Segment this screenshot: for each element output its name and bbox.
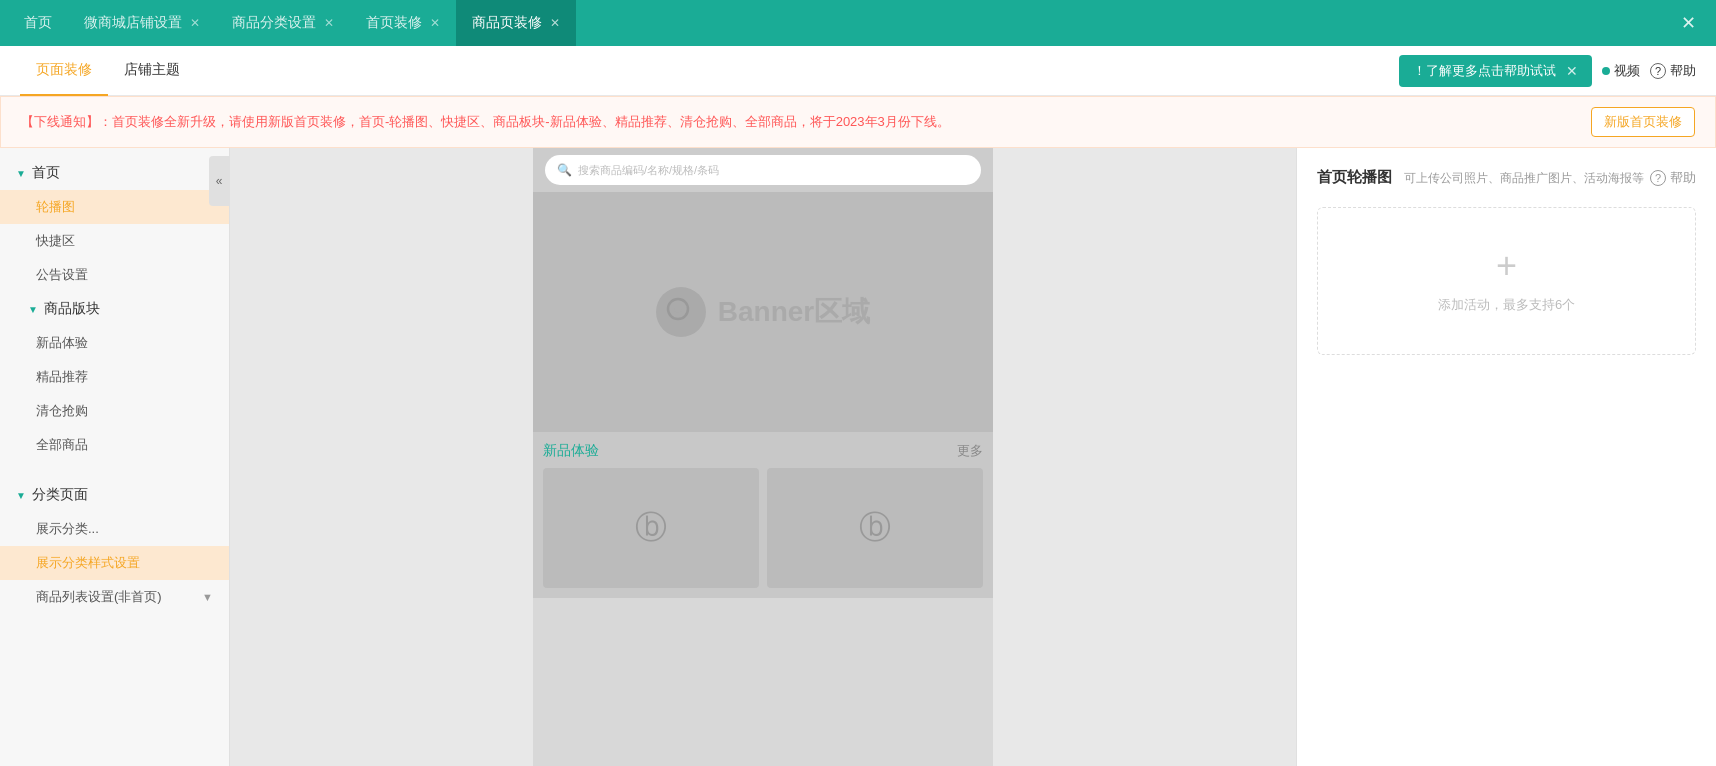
- sidebar: « ▼ 首页 轮播图 快捷区 公告设置 ▼ 商品版块 新品体验: [0, 148, 230, 766]
- store-theme-label: 店铺主题: [124, 61, 180, 79]
- tab-category-settings[interactable]: 商品分类设置 ✕: [216, 0, 350, 46]
- sidebar-section-home-title[interactable]: ▼ 首页: [0, 156, 229, 190]
- help-toast-text: ！了解更多点击帮助试试: [1413, 62, 1556, 80]
- banner-logo: Banner区域: [656, 287, 870, 337]
- sidebar-item-banner[interactable]: 轮播图: [0, 190, 229, 224]
- help-toast-close-button[interactable]: ✕: [1566, 63, 1578, 79]
- search-placeholder: 搜索商品编码/名称/规格/条码: [578, 163, 719, 178]
- tab-home-decoration-label: 首页装修: [366, 14, 422, 32]
- add-banner-plus-icon: +: [1496, 248, 1517, 284]
- banner-text: Banner区域: [718, 293, 870, 331]
- sidebar-item-clearance[interactable]: 清仓抢购: [0, 394, 229, 428]
- sidebar-item-notice-setting[interactable]: 公告设置: [0, 258, 229, 292]
- add-banner-area[interactable]: + 添加活动，最多支持6个: [1317, 207, 1696, 355]
- page-decoration-label: 页面装修: [36, 61, 92, 79]
- banner-logo-icon: [656, 287, 706, 337]
- right-panel-header: 首页轮播图 可上传公司照片、商品推广图片、活动海报等 ? 帮助: [1317, 168, 1696, 187]
- search-icon: 🔍: [557, 163, 572, 177]
- phone-search-input: 🔍 搜索商品编码/名称/规格/条码: [545, 155, 981, 185]
- sidebar-section-home: ▼ 首页 轮播图 快捷区 公告设置 ▼ 商品版块 新品体验 精品推荐: [0, 148, 229, 470]
- category-section-label: 分类页面: [32, 486, 88, 504]
- tab-product-decoration-close[interactable]: ✕: [550, 16, 560, 30]
- product-section-header: 新品体验 更多: [543, 442, 983, 460]
- phone-preview: 🔍 搜索商品编码/名称/规格/条码 Banner区域: [533, 148, 993, 766]
- add-banner-text: 添加活动，最多支持6个: [1438, 296, 1575, 314]
- product-card-2: ⓑ: [767, 468, 983, 588]
- category-style-label: 展示分类样式设置: [36, 555, 140, 570]
- sidebar-item-product-list-setting[interactable]: 商品列表设置(非首页) ▼: [0, 580, 229, 614]
- video-dot-icon: [1602, 67, 1610, 75]
- clearance-label: 清仓抢购: [36, 403, 88, 418]
- right-panel-help-label: 帮助: [1670, 169, 1696, 187]
- tab-home-decoration[interactable]: 首页装修 ✕: [350, 0, 456, 46]
- new-version-button[interactable]: 新版首页装修: [1591, 107, 1695, 137]
- sidebar-section-category: ▼ 分类页面 展示分类... 展示分类样式设置 商品列表设置(非首页) ▼: [0, 470, 229, 622]
- sub-nav: 页面装修 店铺主题 ！了解更多点击帮助试试 ✕ 视频 ? 帮助: [0, 46, 1716, 96]
- tab-store-settings[interactable]: 微商城店铺设置 ✕: [68, 0, 216, 46]
- help-toast[interactable]: ！了解更多点击帮助试试 ✕: [1399, 55, 1592, 87]
- new-experience-label: 新品体验: [36, 335, 88, 350]
- show-category-label: 展示分类...: [36, 521, 99, 536]
- tab-store-settings-close[interactable]: ✕: [190, 16, 200, 30]
- tab-category-settings-label: 商品分类设置: [232, 14, 316, 32]
- banner-area: Banner区域: [533, 192, 993, 432]
- right-panel-title: 首页轮播图: [1317, 168, 1392, 185]
- tab-category-settings-close[interactable]: ✕: [324, 16, 334, 30]
- tab-home-decoration-close[interactable]: ✕: [430, 16, 440, 30]
- category-arrow-icon: ▼: [16, 490, 26, 501]
- expand-icon: ▼: [202, 591, 213, 603]
- sidebar-collapse-button[interactable]: «: [209, 156, 229, 206]
- product-section-more: 更多: [957, 442, 983, 460]
- tab-product-decoration[interactable]: 商品页装修 ✕: [456, 0, 576, 46]
- notice-setting-item-label: 公告设置: [36, 267, 88, 282]
- product-card-1: ⓑ: [543, 468, 759, 588]
- center-preview: 🔍 搜索商品编码/名称/规格/条码 Banner区域: [230, 148, 1296, 766]
- sidebar-item-all-products[interactable]: 全部商品: [0, 428, 229, 462]
- notice-bar: 【下线通知】：首页装修全新升级，请使用新版首页装修，首页-轮播图、快捷区、商品板…: [0, 96, 1716, 148]
- product-block-arrow-icon: ▼: [28, 304, 38, 315]
- product-card-icon-1: ⓑ: [635, 506, 667, 550]
- sidebar-item-shortcut[interactable]: 快捷区: [0, 224, 229, 258]
- tab-page-decoration[interactable]: 页面装修: [20, 46, 108, 96]
- notice-text: 【下线通知】：首页装修全新升级，请使用新版首页装修，首页-轮播图、快捷区、商品板…: [21, 112, 950, 132]
- right-panel-desc: 可上传公司照片、商品推广图片、活动海报等: [1404, 171, 1644, 185]
- tab-home-label: 首页: [24, 14, 52, 32]
- all-products-label: 全部商品: [36, 437, 88, 452]
- sidebar-section-product-block-title[interactable]: ▼ 商品版块: [0, 292, 229, 326]
- product-block-label: 商品版块: [44, 300, 100, 318]
- right-panel: 首页轮播图 可上传公司照片、商品推广图片、活动海报等 ? 帮助 + 添加活动，最…: [1296, 148, 1716, 766]
- sidebar-item-category-style[interactable]: 展示分类样式设置: [0, 546, 229, 580]
- sidebar-item-new-experience[interactable]: 新品体验: [0, 326, 229, 360]
- product-list-setting-label: 商品列表设置(非首页): [36, 588, 162, 606]
- shortcut-item-label: 快捷区: [36, 233, 75, 248]
- video-link[interactable]: 视频: [1602, 62, 1640, 80]
- right-panel-question-icon: ?: [1650, 170, 1666, 186]
- tab-store-settings-label: 微商城店铺设置: [84, 14, 182, 32]
- product-section-title: 新品体验: [543, 442, 599, 460]
- close-all-tabs-button[interactable]: ✕: [1669, 12, 1708, 34]
- top-right-nav: ！了解更多点击帮助试试 ✕ 视频 ? 帮助: [1399, 55, 1696, 87]
- tab-home[interactable]: 首页: [8, 0, 68, 46]
- right-panel-help-button[interactable]: ? 帮助: [1650, 169, 1696, 187]
- question-icon: ?: [1650, 63, 1666, 79]
- sidebar-item-show-category[interactable]: 展示分类...: [0, 512, 229, 546]
- banner-item-label: 轮播图: [36, 199, 75, 214]
- help-link[interactable]: ? 帮助: [1650, 62, 1696, 80]
- tab-product-decoration-label: 商品页装修: [472, 14, 542, 32]
- arrow-down-icon: ▼: [16, 168, 26, 179]
- tab-bar: 首页 微商城店铺设置 ✕ 商品分类设置 ✕ 首页装修 ✕ 商品页装修 ✕ ✕: [0, 0, 1716, 46]
- premium-label: 精品推荐: [36, 369, 88, 384]
- sidebar-section-category-title[interactable]: ▼ 分类页面: [0, 478, 229, 512]
- sidebar-item-premium[interactable]: 精品推荐: [0, 360, 229, 394]
- help-label: 帮助: [1670, 62, 1696, 80]
- video-label: 视频: [1614, 62, 1640, 80]
- main-layout: « ▼ 首页 轮播图 快捷区 公告设置 ▼ 商品版块 新品体验: [0, 148, 1716, 766]
- product-section: 新品体验 更多 ⓑ ⓑ: [533, 432, 993, 598]
- product-card-icon-2: ⓑ: [859, 506, 891, 550]
- phone-search-bar: 🔍 搜索商品编码/名称/规格/条码: [533, 148, 993, 192]
- product-grid: ⓑ ⓑ: [543, 468, 983, 588]
- home-section-label: 首页: [32, 164, 60, 182]
- tab-store-theme[interactable]: 店铺主题: [108, 46, 196, 96]
- right-panel-title-group: 首页轮播图 可上传公司照片、商品推广图片、活动海报等: [1317, 168, 1644, 187]
